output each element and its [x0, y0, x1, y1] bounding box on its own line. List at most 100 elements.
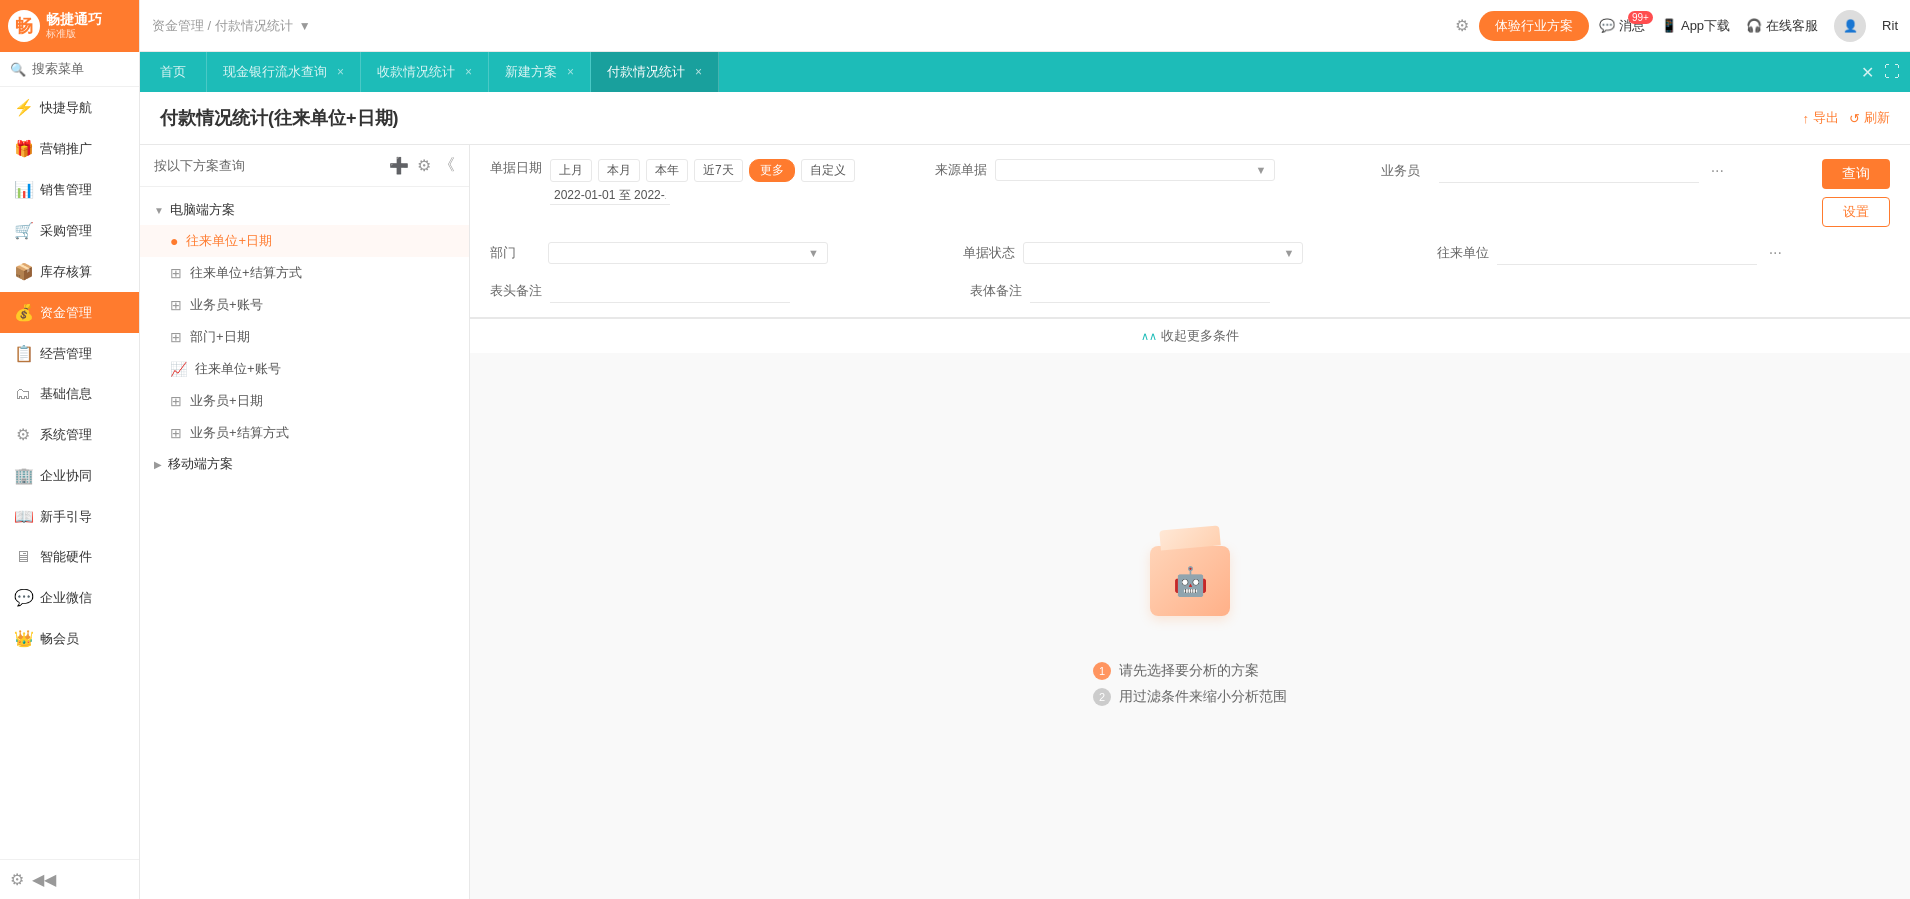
sidebar-item-capital[interactable]: 💰 资金管理	[0, 292, 139, 333]
note-header-input[interactable]	[550, 279, 790, 303]
sidebar-item-label: 快捷导航	[40, 99, 92, 117]
message-button[interactable]: 💬 消息 99+	[1599, 17, 1645, 35]
tab-home[interactable]: 首页	[140, 52, 207, 92]
online-service-button[interactable]: 🎧 在线客服	[1746, 17, 1818, 35]
staff-more-icon[interactable]: ···	[1711, 162, 1724, 180]
sidebar-item-hardware[interactable]: 🖥 智能硬件	[0, 537, 139, 577]
tree-item-unit-settle[interactable]: ⊞ 往来单位+结算方式	[140, 257, 469, 289]
tree-item-dept-date[interactable]: ⊞ 部门+日期	[140, 321, 469, 353]
sidebar-item-basic-info[interactable]: 🗂 基础信息	[0, 374, 139, 414]
app-download-button[interactable]: 📱 App下载	[1661, 17, 1730, 35]
sidebar-footer: ⚙ ◀◀	[0, 859, 139, 899]
sidebar-item-label: 系统管理	[40, 426, 92, 444]
tab-receive-stats[interactable]: 收款情况统计 ×	[361, 52, 489, 92]
refresh-button[interactable]: ↺ 刷新	[1849, 109, 1890, 127]
sidebar-item-guide[interactable]: 📖 新手引导	[0, 496, 139, 537]
left-panel-icons: ➕ ⚙ 《	[389, 155, 455, 176]
tab-receive-stats-close[interactable]: ×	[465, 65, 472, 79]
date-btn-custom[interactable]: 自定义	[801, 159, 855, 182]
tabbar: 首页 现金银行流水查询 × 收款情况统计 × 新建方案 × 付款情况统计 × ✕…	[140, 52, 1910, 92]
tab-new-plan-close[interactable]: ×	[567, 65, 574, 79]
unit-more-icon[interactable]: ···	[1769, 244, 1782, 262]
service-label: 在线客服	[1766, 17, 1818, 35]
search-menu[interactable]: 🔍 搜索菜单	[0, 52, 139, 87]
dept-select[interactable]: ▼	[548, 242, 828, 264]
mobile-group-header[interactable]: ▶ 移动端方案	[140, 449, 469, 479]
date-btn-more[interactable]: 更多	[749, 159, 795, 182]
tab-receive-stats-label: 收款情况统计	[377, 63, 455, 81]
refresh-icon: ↺	[1849, 111, 1860, 126]
message-icon: 💬	[1599, 18, 1615, 33]
empty-hints: 1 请先选择要分析的方案 2 用过滤条件来缩小分析范围	[1093, 662, 1287, 706]
doc-status-select[interactable]: ▼	[1023, 242, 1303, 264]
logo-icon: 畅	[8, 10, 40, 42]
note-body-input[interactable]	[1030, 279, 1270, 303]
settings-footer-icon[interactable]: ⚙	[10, 870, 24, 889]
tree-item-staff-date[interactable]: ⊞ 业务员+日期	[140, 385, 469, 417]
collapse-sidebar-icon[interactable]: ◀◀	[32, 870, 56, 889]
tab-pay-stats[interactable]: 付款情况统计 ×	[591, 52, 719, 92]
add-plan-icon[interactable]: ➕	[389, 156, 409, 175]
tree-item-unit-date[interactable]: ● 往来单位+日期	[140, 225, 469, 257]
unit-input[interactable]	[1497, 241, 1757, 265]
app-label: App下载	[1681, 17, 1730, 35]
hardware-icon: 🖥	[14, 548, 32, 566]
sidebar-item-vip[interactable]: 👑 畅会员	[0, 618, 139, 659]
sidebar-item-inventory[interactable]: 📦 库存核算	[0, 251, 139, 292]
date-range-input[interactable]	[550, 186, 670, 205]
staff-date-icon: ⊞	[170, 393, 182, 409]
robot-icon: 🤖	[1173, 565, 1208, 598]
sidebar-item-quick-nav[interactable]: ⚡ 快捷导航	[0, 87, 139, 128]
sidebar-item-operations[interactable]: 📋 经营管理	[0, 333, 139, 374]
settings-plan-icon[interactable]: ⚙	[417, 156, 431, 175]
staff-input[interactable]	[1439, 159, 1699, 183]
left-panel-header: 按以下方案查询 ➕ ⚙ 《	[140, 145, 469, 187]
tree-item-staff-settle[interactable]: ⊞ 业务员+结算方式	[140, 417, 469, 449]
settings-button[interactable]: 设置	[1822, 197, 1890, 227]
sidebar-item-system[interactable]: ⚙ 系统管理	[0, 414, 139, 455]
sidebar-item-label: 畅会员	[40, 630, 79, 648]
tab-pay-stats-close[interactable]: ×	[695, 65, 702, 79]
guide-icon: 📖	[14, 507, 32, 526]
mobile-group-label: 移动端方案	[168, 455, 233, 473]
hint-text-2: 用过滤条件来缩小分析范围	[1119, 688, 1287, 706]
collapse-filter-button[interactable]: ∧∧ 收起更多条件	[470, 318, 1910, 353]
tab-expand-icon[interactable]: ⛶	[1884, 63, 1900, 81]
doc-status-dropdown-icon: ▼	[1283, 247, 1294, 259]
date-btn-this-year[interactable]: 本年	[646, 159, 688, 182]
settings-icon[interactable]: ⚙	[1455, 16, 1469, 35]
sidebar-item-enterprise[interactable]: 🏢 企业协同	[0, 455, 139, 496]
left-panel: 按以下方案查询 ➕ ⚙ 《 ▼ 电脑端方案 ● 往来单位+日期	[140, 145, 470, 899]
sidebar-item-sales[interactable]: 📊 销售管理	[0, 169, 139, 210]
date-btn-7days[interactable]: 近7天	[694, 159, 743, 182]
hint-num-2: 2	[1093, 688, 1111, 706]
tab-close-all-icon[interactable]: ✕	[1861, 63, 1874, 82]
query-button[interactable]: 查询	[1822, 159, 1890, 189]
sidebar-item-label: 智能硬件	[40, 548, 92, 566]
export-label: 导出	[1813, 109, 1839, 127]
collapse-panel-icon[interactable]: 《	[439, 155, 455, 176]
desktop-group-header[interactable]: ▼ 电脑端方案	[140, 195, 469, 225]
source-select[interactable]: ▼	[995, 159, 1275, 181]
tab-new-plan[interactable]: 新建方案 ×	[489, 52, 591, 92]
tree-item-label: 往来单位+结算方式	[190, 264, 302, 282]
message-badge: 99+	[1628, 11, 1653, 24]
tree-item-label: 业务员+日期	[190, 392, 263, 410]
export-button[interactable]: ↑ 导出	[1803, 109, 1840, 127]
empty-hint-1: 1 请先选择要分析的方案	[1093, 662, 1287, 680]
tree-item-unit-account[interactable]: 📈 往来单位+账号	[140, 353, 469, 385]
tab-cash-flow[interactable]: 现金银行流水查询 ×	[207, 52, 361, 92]
sidebar-item-marketing[interactable]: 🎁 营销推广	[0, 128, 139, 169]
sidebar-item-purchase[interactable]: 🛒 采购管理	[0, 210, 139, 251]
user-avatar[interactable]: 👤	[1834, 10, 1866, 42]
tree-item-staff-account[interactable]: ⊞ 业务员+账号	[140, 289, 469, 321]
left-panel-title: 按以下方案查询	[154, 157, 245, 175]
tab-cash-flow-close[interactable]: ×	[337, 65, 344, 79]
trial-button[interactable]: 体验行业方案	[1479, 11, 1589, 41]
sidebar-item-label: 经营管理	[40, 345, 92, 363]
date-btn-last-month[interactable]: 上月	[550, 159, 592, 182]
empty-box-icon: 🤖	[1150, 546, 1230, 616]
date-btn-this-month[interactable]: 本月	[598, 159, 640, 182]
breadcrumb-dropdown-icon[interactable]: ▼	[299, 19, 311, 33]
sidebar-item-wechat[interactable]: 💬 企业微信	[0, 577, 139, 618]
